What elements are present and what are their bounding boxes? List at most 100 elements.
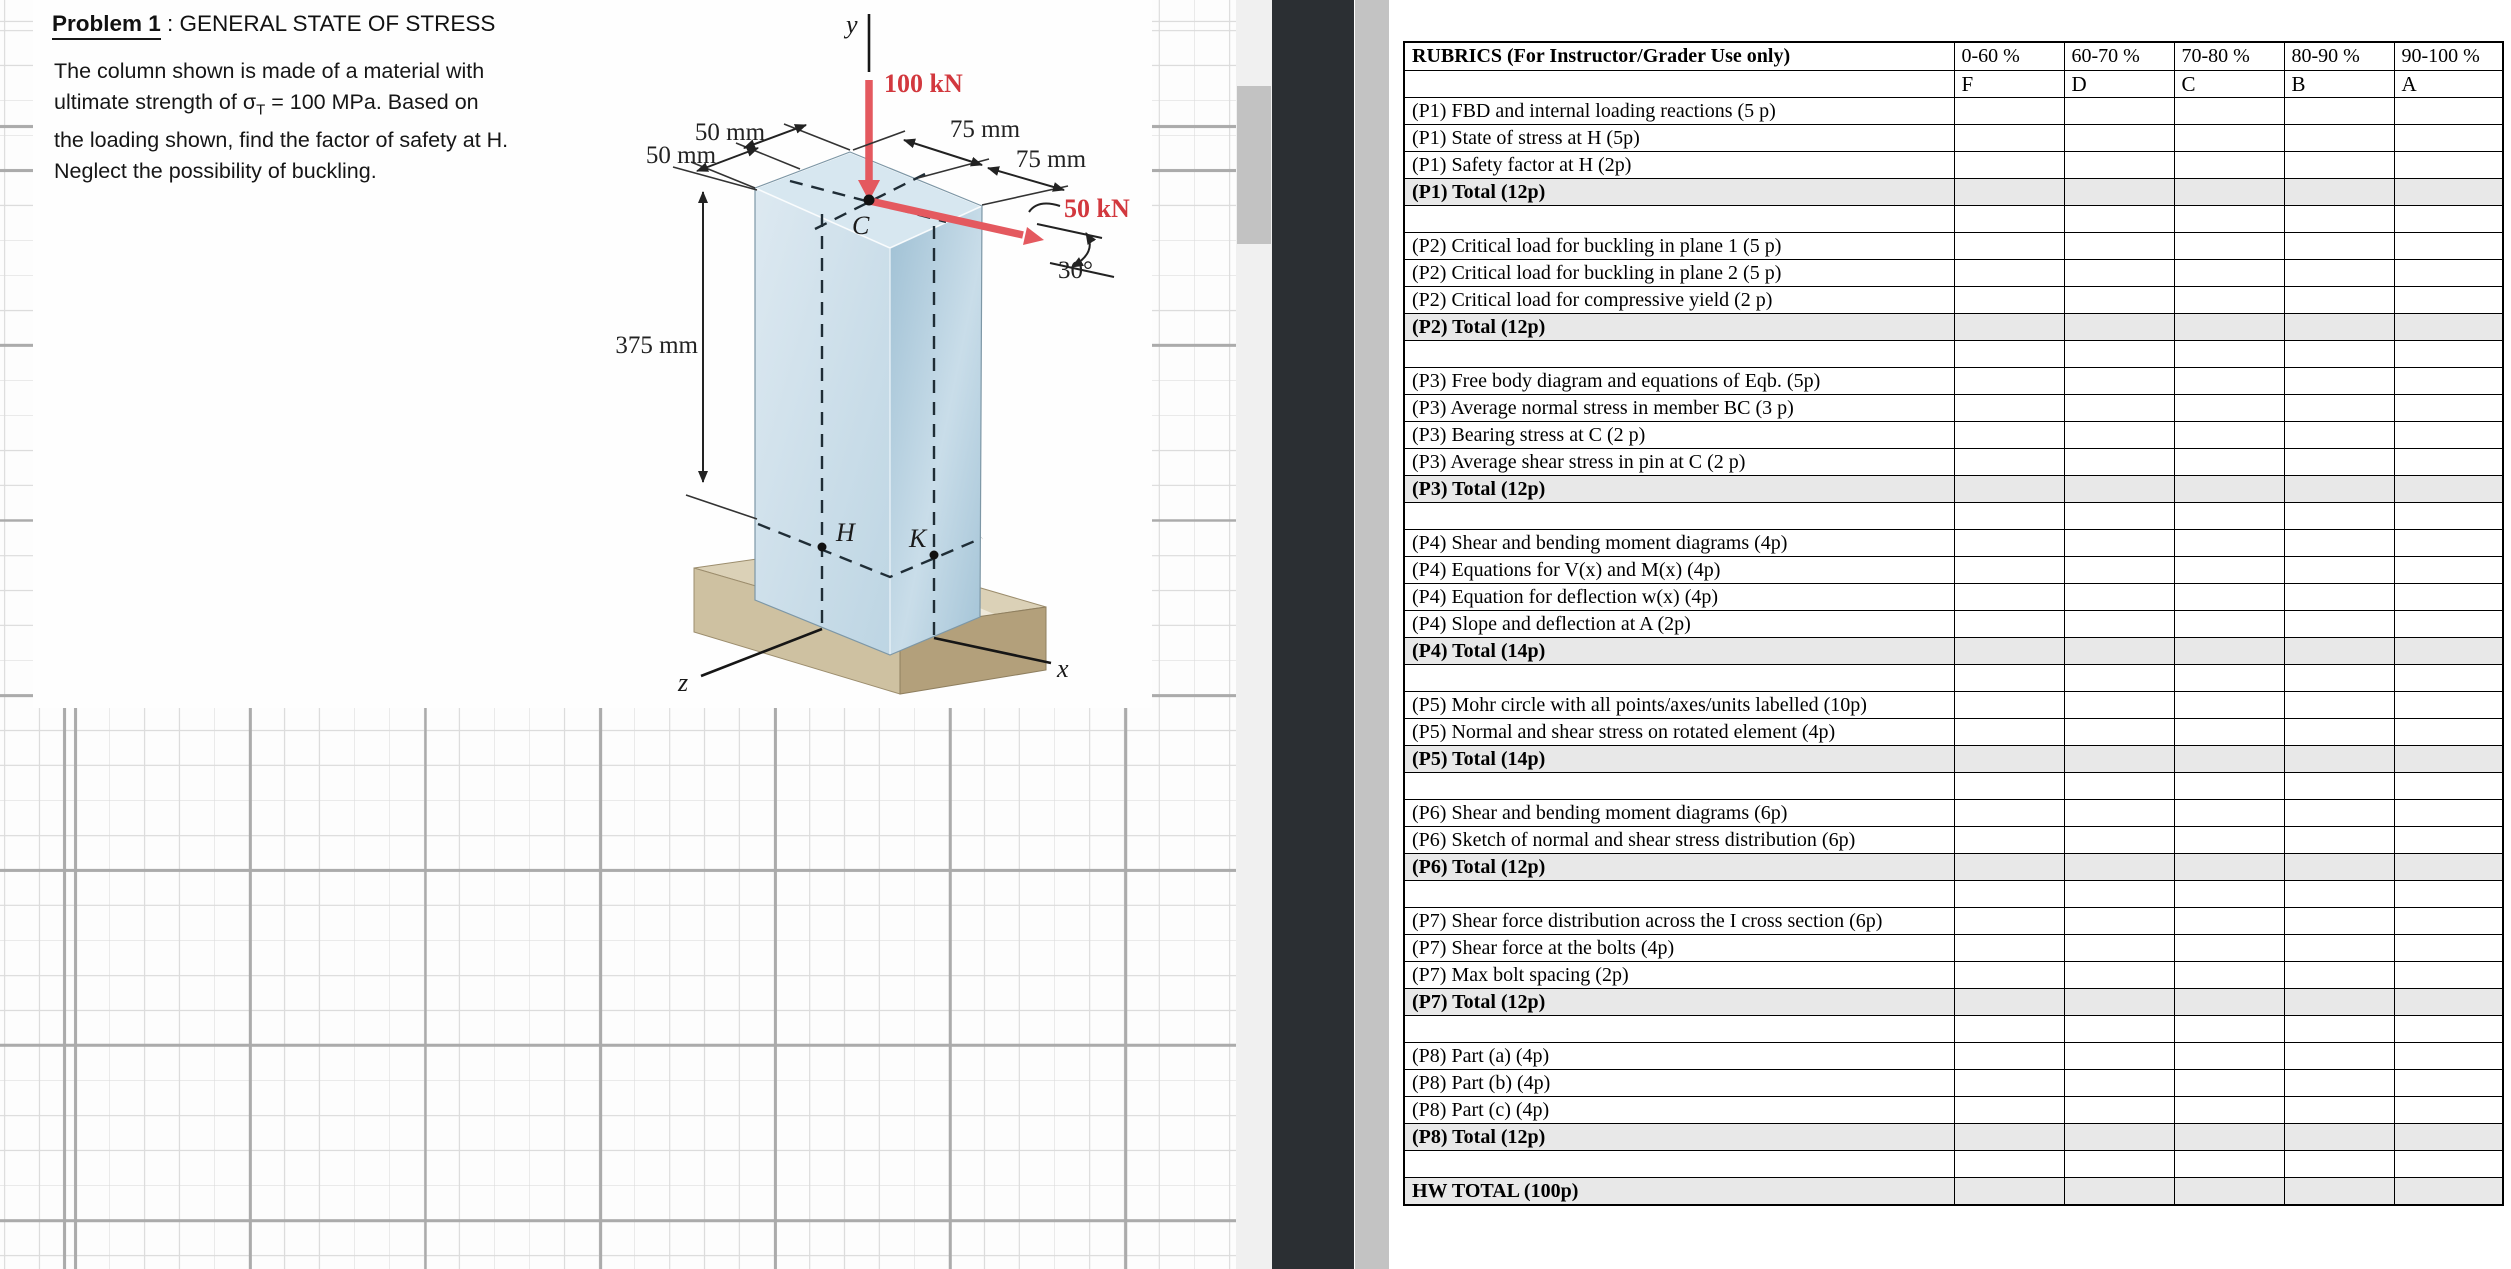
range-header: 70-80 % — [2174, 42, 2284, 71]
grade-cell — [2284, 665, 2394, 692]
pane-divider — [1272, 0, 1354, 1269]
grade-cell — [2284, 260, 2394, 287]
grade-cell — [1954, 1097, 2064, 1124]
grade-cell — [1954, 557, 2064, 584]
grade-cell — [1954, 1016, 2064, 1043]
point-c-label: C — [852, 211, 870, 240]
rubrics-label-cell — [1404, 71, 1954, 98]
grade-cell — [2064, 881, 2174, 908]
rubrics-label-cell: (P5) Normal and shear stress on rotated … — [1404, 719, 1954, 746]
grade-cell — [2174, 719, 2284, 746]
point-k-label: K — [908, 524, 928, 553]
range-header: 60-70 % — [2064, 42, 2174, 71]
range-header: 80-90 % — [2284, 42, 2394, 71]
grade-cell — [1954, 476, 2064, 503]
grade-cell — [2064, 665, 2174, 692]
grade-cell — [2174, 287, 2284, 314]
rubrics-label-cell: (P4) Equation for deflection w(x) (4p) — [1404, 584, 1954, 611]
rubrics-label-cell: (P1) Total (12p) — [1404, 179, 1954, 206]
grade-cell — [2284, 611, 2394, 638]
grade-cell — [2174, 881, 2284, 908]
grade-cell — [2174, 989, 2284, 1016]
grade-cell — [2174, 152, 2284, 179]
grade-cell — [2394, 206, 2503, 233]
angle-label: 30° — [1058, 257, 1093, 284]
grade-cell — [2394, 260, 2503, 287]
grade-cell — [2284, 1043, 2394, 1070]
grade-cell — [1954, 611, 2064, 638]
grade-cell — [1954, 1151, 2064, 1178]
grade-cell — [2394, 989, 2503, 1016]
column-right-face — [890, 206, 982, 655]
rubrics-label-cell: (P7) Shear force at the bolts (4p) — [1404, 935, 1954, 962]
grade-cell — [2284, 962, 2394, 989]
z-axis-label: z — [677, 668, 688, 697]
grade-cell — [2174, 368, 2284, 395]
grade-cell — [2064, 179, 2174, 206]
grade-cell — [2394, 692, 2503, 719]
grade-cell — [2174, 395, 2284, 422]
scrollbar-thumb[interactable] — [1237, 86, 1271, 244]
grade-cell — [2284, 287, 2394, 314]
grade-cell — [2394, 368, 2503, 395]
grade-cell — [1954, 800, 2064, 827]
grade-cell — [2284, 1070, 2394, 1097]
rubrics-label-cell: (P5) Total (14p) — [1404, 746, 1954, 773]
grade-cell — [2394, 449, 2503, 476]
grade-cell — [2284, 125, 2394, 152]
rubrics-label-cell: (P6) Total (12p) — [1404, 854, 1954, 881]
grade-cell — [2284, 989, 2394, 1016]
grade-cell — [2284, 341, 2394, 368]
grade-cell — [2284, 692, 2394, 719]
dim-75mm-a-label: 75 mm — [950, 116, 1021, 143]
rubrics-label-cell: (P2) Total (12p) — [1404, 314, 1954, 341]
grade-cell — [2064, 1070, 2174, 1097]
grade-cell — [1954, 665, 2064, 692]
rubrics-label-cell — [1404, 1151, 1954, 1178]
grade-cell — [2284, 233, 2394, 260]
grade-cell — [2064, 908, 2174, 935]
rubrics-label-cell: (P1) State of stress at H (5p) — [1404, 125, 1954, 152]
grade-letter: B — [2284, 71, 2394, 98]
range-header: 90-100 % — [2394, 42, 2503, 71]
grade-cell — [1954, 530, 2064, 557]
grade-cell — [2284, 179, 2394, 206]
problem-statement-sheet: Problem 1 : GENERAL STATE OF STRESS The … — [33, 0, 1152, 708]
grade-cell — [2064, 1097, 2174, 1124]
grade-cell — [2174, 638, 2284, 665]
rubrics-label-cell — [1404, 503, 1954, 530]
grade-cell — [2284, 800, 2394, 827]
rubrics-table: RUBRICS (For Instructor/Grader Use only)… — [1403, 41, 2504, 1206]
grade-cell — [2394, 584, 2503, 611]
grade-cell — [2064, 989, 2174, 1016]
grade-cell — [1954, 206, 2064, 233]
point-k-dot — [930, 551, 939, 560]
grade-cell — [2394, 638, 2503, 665]
grade-cell — [2064, 827, 2174, 854]
grade-cell — [2174, 665, 2284, 692]
grade-cell — [1954, 584, 2064, 611]
grade-cell — [2394, 746, 2503, 773]
rubrics-label-cell — [1404, 1016, 1954, 1043]
rubrics-label-cell: (P1) Safety factor at H (2p) — [1404, 152, 1954, 179]
grade-cell — [2394, 152, 2503, 179]
grade-cell — [2394, 314, 2503, 341]
grade-cell — [2174, 125, 2284, 152]
grade-cell — [2064, 773, 2174, 800]
grade-cell — [2284, 449, 2394, 476]
grade-cell — [2064, 395, 2174, 422]
grade-cell — [2394, 341, 2503, 368]
grade-cell — [2064, 449, 2174, 476]
grade-cell — [2394, 1070, 2503, 1097]
force-100kn-label: 100 kN — [884, 69, 963, 98]
scrollbar-track[interactable] — [1236, 0, 1272, 1269]
grade-cell — [1954, 152, 2064, 179]
grade-cell — [1954, 1070, 2064, 1097]
grade-cell — [2064, 206, 2174, 233]
grade-cell — [1954, 422, 2064, 449]
grade-cell — [1954, 341, 2064, 368]
grade-cell — [2174, 233, 2284, 260]
grade-cell — [2064, 692, 2174, 719]
notebook-grid-page: Problem 1 : GENERAL STATE OF STRESS The … — [0, 0, 1236, 1269]
grade-cell — [2394, 1097, 2503, 1124]
